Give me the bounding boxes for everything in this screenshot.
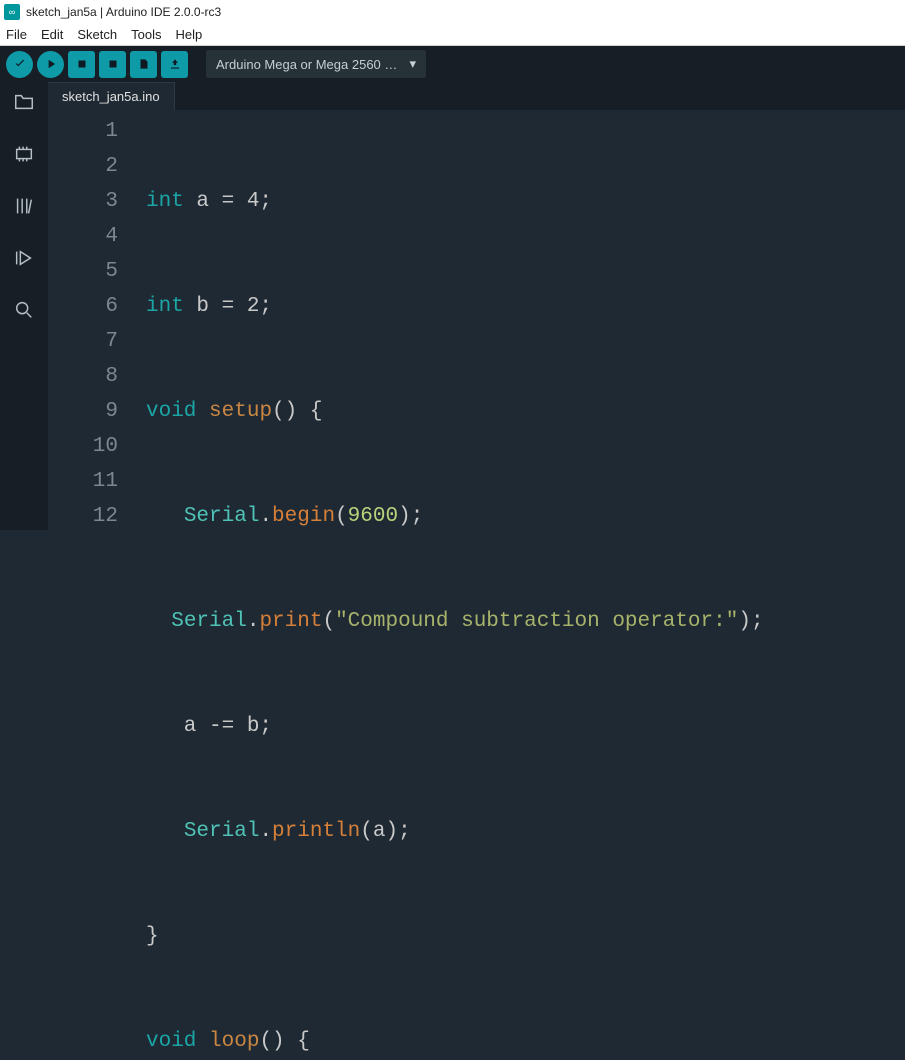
- toolbar-extra-3[interactable]: [161, 51, 188, 78]
- upload-button[interactable]: [37, 51, 64, 78]
- line-number: 3: [48, 184, 118, 219]
- code-line: int a = 4;: [146, 184, 905, 219]
- code-line: void setup() {: [146, 394, 905, 429]
- line-number: 12: [48, 499, 118, 534]
- menu-bar: File Edit Sketch Tools Help: [0, 24, 905, 46]
- code-line: Serial.println(a);: [146, 814, 905, 849]
- title-bar: ∞ sketch_jan5a | Arduino IDE 2.0.0-rc3: [0, 0, 905, 24]
- debug-icon[interactable]: [10, 244, 38, 272]
- code-line: Serial.begin(9600);: [146, 499, 905, 534]
- menu-sketch[interactable]: Sketch: [77, 27, 117, 42]
- code-line: int b = 2;: [146, 289, 905, 324]
- line-number: 11: [48, 464, 118, 499]
- debug-button[interactable]: [68, 51, 95, 78]
- app-icon: ∞: [4, 4, 20, 20]
- line-number: 1: [48, 114, 118, 149]
- code-line: a -= b;: [146, 709, 905, 744]
- verify-button[interactable]: [6, 51, 33, 78]
- line-number: 5: [48, 254, 118, 289]
- line-number: 10: [48, 429, 118, 464]
- toolbar-extra-1[interactable]: [99, 51, 126, 78]
- editor-area: sketch_jan5a.ino 1 2 3 4 5 6 7 8 9 10 11…: [48, 82, 905, 530]
- toolbar-extra-2[interactable]: [130, 51, 157, 78]
- editor-tabs: sketch_jan5a.ino: [48, 82, 905, 110]
- editor-tab[interactable]: sketch_jan5a.ino: [48, 82, 175, 110]
- line-gutter: 1 2 3 4 5 6 7 8 9 10 11 12: [48, 110, 136, 1060]
- line-number: 8: [48, 359, 118, 394]
- menu-help[interactable]: Help: [175, 27, 202, 42]
- line-number: 9: [48, 394, 118, 429]
- code-line: void loop() {: [146, 1024, 905, 1059]
- line-number: 6: [48, 289, 118, 324]
- line-number: 4: [48, 219, 118, 254]
- board-selector[interactable]: Arduino Mega or Mega 2560 … ▾: [206, 50, 426, 78]
- code-editor[interactable]: 1 2 3 4 5 6 7 8 9 10 11 12 int a = 4; in…: [48, 110, 905, 1060]
- search-icon[interactable]: [10, 296, 38, 324]
- board-label: Arduino Mega or Mega 2560 …: [216, 57, 397, 72]
- main-area: sketch_jan5a.ino 1 2 3 4 5 6 7 8 9 10 11…: [0, 82, 905, 530]
- line-number: 7: [48, 324, 118, 359]
- sidebar: [0, 82, 48, 530]
- menu-edit[interactable]: Edit: [41, 27, 63, 42]
- boards-manager-icon[interactable]: [10, 140, 38, 168]
- menu-file[interactable]: File: [6, 27, 27, 42]
- folder-icon[interactable]: [10, 88, 38, 116]
- window-title: sketch_jan5a | Arduino IDE 2.0.0-rc3: [26, 5, 221, 19]
- chevron-down-icon: ▾: [409, 56, 416, 72]
- code-lines: int a = 4; int b = 2; void setup() { Ser…: [136, 110, 905, 1060]
- toolbar: Arduino Mega or Mega 2560 … ▾: [0, 46, 905, 82]
- code-line: }: [146, 919, 905, 954]
- library-manager-icon[interactable]: [10, 192, 38, 220]
- menu-tools[interactable]: Tools: [131, 27, 161, 42]
- line-number: 2: [48, 149, 118, 184]
- code-line: Serial.print("Compound subtraction opera…: [146, 604, 905, 639]
